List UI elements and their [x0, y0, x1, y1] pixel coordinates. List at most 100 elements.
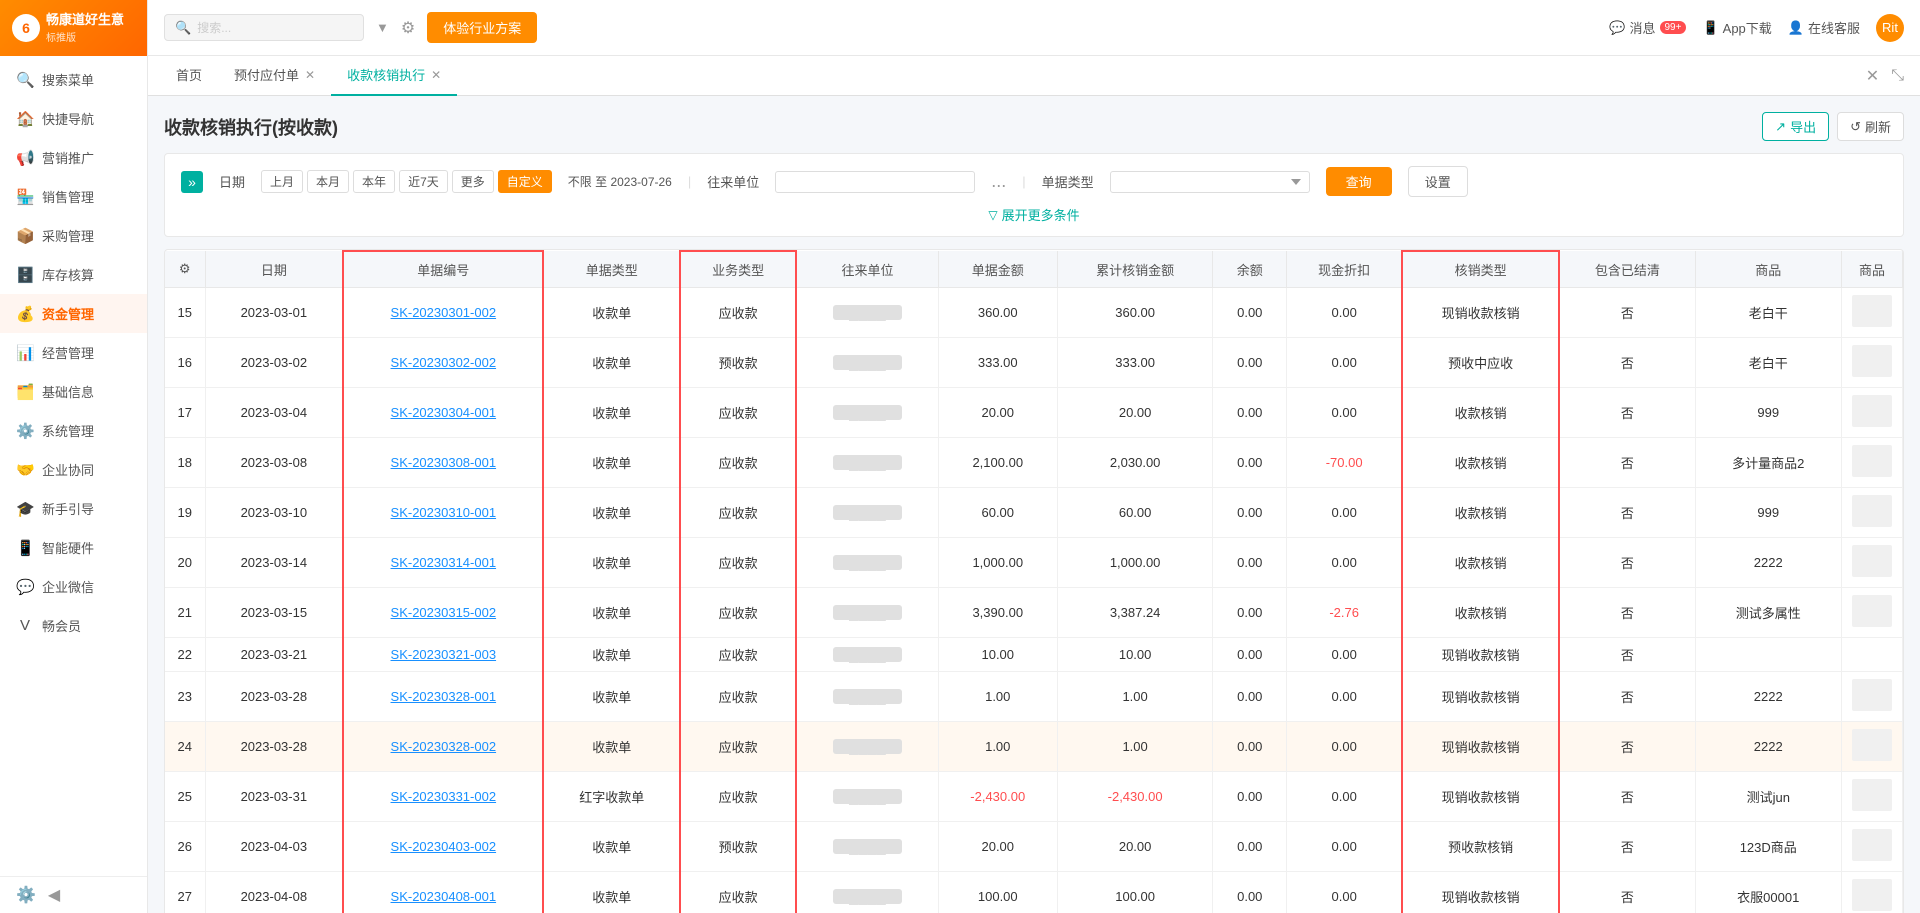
data-table: ⚙ 日期 单据编号 单据类型 业务类型 往来单位 单据金额 累计核销金额 余额 …: [165, 250, 1903, 913]
th-gear[interactable]: ⚙: [165, 251, 205, 288]
sidebar-item-marketing[interactable]: 📢 营销推广: [0, 138, 147, 177]
cell-cumulative: 20.00: [1057, 822, 1212, 872]
cell-verify-type: 预收款核销: [1402, 822, 1559, 872]
sidebar-item-inventory[interactable]: 🗄️ 库存核算: [0, 255, 147, 294]
partner-dots-icon[interactable]: ...: [991, 171, 1006, 192]
sidebar-item-operation[interactable]: 📊 经营管理: [0, 333, 147, 372]
online-service-action[interactable]: 👤 在线客服: [1788, 18, 1860, 37]
tab-receipt-verify[interactable]: 收款核销执行 ✕: [331, 56, 457, 96]
cell-cumulative: 360.00: [1057, 288, 1212, 338]
cell-cumulative: 333.00: [1057, 338, 1212, 388]
cell-doc-no: SK-20230328-002: [343, 722, 543, 772]
sidebar-item-label: 营销推广: [42, 148, 94, 167]
sidebar-item-label: 新手引导: [42, 499, 94, 518]
cell-biz-type: 应收款: [680, 388, 796, 438]
cell-doc-no: SK-20230302-002: [343, 338, 543, 388]
cell-partner: ████: [796, 722, 938, 772]
app-icon: 📱: [1702, 20, 1718, 36]
cell-cash-discount: 0.00: [1287, 872, 1402, 913]
cell-biz-type: 应收款: [680, 538, 796, 588]
cell-cash-discount: 0.00: [1287, 388, 1402, 438]
th-balance: 余额: [1213, 251, 1287, 288]
doc-no-link[interactable]: SK-20230301-002: [391, 305, 497, 320]
sidebar-item-guide[interactable]: 🎓 新手引导: [0, 489, 147, 528]
sidebar-item-quick-nav[interactable]: 🏠 快捷导航: [0, 99, 147, 138]
sidebar-item-hardware[interactable]: 📱 智能硬件: [0, 528, 147, 567]
doc-type-select[interactable]: [1110, 171, 1310, 193]
sidebar-item-base-info[interactable]: 🗂️ 基础信息: [0, 372, 147, 411]
doc-no-link[interactable]: SK-20230304-001: [391, 405, 497, 420]
header-search-bar[interactable]: 🔍 搜索...: [164, 14, 364, 41]
cell-include-settled: 否: [1559, 538, 1695, 588]
sidebar-item-enterprise[interactable]: 🤝 企业协同: [0, 450, 147, 489]
search-icon: 🔍: [175, 20, 191, 36]
message-action[interactable]: 💬 消息 99+: [1609, 18, 1686, 37]
export-button[interactable]: ↗ 导出: [1762, 112, 1829, 141]
date-last-month-button[interactable]: 上月: [261, 170, 303, 193]
cell-goods: 123D商品: [1695, 822, 1841, 872]
sidebar-item-label: 企业微信: [42, 577, 94, 596]
date-custom-button[interactable]: 自定义: [498, 170, 552, 193]
cell-amount: 1.00: [938, 672, 1057, 722]
doc-no-link[interactable]: SK-20230331-002: [391, 789, 497, 804]
sidebar-item-sales[interactable]: 🏪 销售管理: [0, 177, 147, 216]
sidebar-item-purchase[interactable]: 📦 采购管理: [0, 216, 147, 255]
tab-bar-close-icon[interactable]: ✕: [1858, 66, 1887, 86]
sidebar-item-wechat[interactable]: 💬 企业微信: [0, 567, 147, 606]
cell-verify-type: 收款核销: [1402, 488, 1559, 538]
expand-more-row[interactable]: ▽ 展开更多条件: [181, 205, 1887, 224]
cell-cumulative: -2,430.00: [1057, 772, 1212, 822]
cell-cash-discount: 0.00: [1287, 488, 1402, 538]
date-this-year-button[interactable]: 本年: [353, 170, 395, 193]
partner-filter-input[interactable]: [775, 171, 975, 193]
doc-no-link[interactable]: SK-20230302-002: [391, 355, 497, 370]
date-last-7days-button[interactable]: 近7天: [399, 170, 448, 193]
cell-goods: 测试jun: [1695, 772, 1841, 822]
settings-icon[interactable]: ⚙️: [16, 885, 36, 905]
tab-prepay-close[interactable]: ✕: [305, 68, 315, 82]
sidebar-item-member[interactable]: V 畅会员: [0, 606, 147, 645]
collapse-icon[interactable]: ◀: [48, 885, 60, 905]
filter-settings-button[interactable]: 设置: [1408, 166, 1468, 197]
date-more-button[interactable]: 更多: [452, 170, 494, 193]
table-row: 26 2023-04-03 SK-20230403-002 收款单 预收款 ██…: [165, 822, 1903, 872]
header-gear-icon[interactable]: ⚙: [401, 18, 415, 38]
cell-doc-no: SK-20230321-003: [343, 638, 543, 672]
cell-verify-type: 预收中应收: [1402, 338, 1559, 388]
cell-date: 2023-03-14: [205, 538, 343, 588]
doc-no-link[interactable]: SK-20230328-001: [391, 689, 497, 704]
cell-balance: 0.00: [1213, 672, 1287, 722]
tab-bar-expand-icon[interactable]: ⤡: [1887, 67, 1908, 85]
filter-toggle-button[interactable]: »: [181, 171, 203, 193]
sidebar-item-search[interactable]: 🔍 搜索菜单: [0, 60, 147, 99]
header-dropdown-arrow[interactable]: ▼: [376, 20, 389, 35]
industry-solution-button[interactable]: 体验行业方案: [427, 12, 537, 43]
sidebar-item-system[interactable]: ⚙️ 系统管理: [0, 411, 147, 450]
app-download-action[interactable]: 📱 App下载: [1702, 18, 1771, 37]
sidebar-item-label: 经营管理: [42, 343, 94, 362]
query-button[interactable]: 查询: [1326, 167, 1392, 196]
cell-include-settled: 否: [1559, 438, 1695, 488]
cell-include-settled: 否: [1559, 638, 1695, 672]
doc-no-link[interactable]: SK-20230310-001: [391, 505, 497, 520]
doc-no-link[interactable]: SK-20230308-001: [391, 455, 497, 470]
cell-biz-type: 应收款: [680, 672, 796, 722]
tab-home[interactable]: 首页: [160, 56, 218, 96]
date-this-month-button[interactable]: 本月: [307, 170, 349, 193]
doc-no-link[interactable]: SK-20230315-002: [391, 605, 497, 620]
user-avatar[interactable]: Rit: [1876, 14, 1904, 42]
refresh-button[interactable]: ↺ 刷新: [1837, 112, 1904, 141]
doc-no-link[interactable]: SK-20230328-002: [391, 739, 497, 754]
tab-prepay-list[interactable]: 预付应付单 ✕: [218, 56, 331, 96]
sidebar-item-finance[interactable]: 💰 资金管理: [0, 294, 147, 333]
doc-no-link[interactable]: SK-20230314-001: [391, 555, 497, 570]
doc-no-link[interactable]: SK-20230408-001: [391, 889, 497, 904]
th-date: 日期: [205, 251, 343, 288]
cell-partner: ████: [796, 872, 938, 913]
cell-include-settled: 否: [1559, 338, 1695, 388]
cell-include-settled: 否: [1559, 588, 1695, 638]
doc-no-link[interactable]: SK-20230321-003: [391, 647, 497, 662]
doc-no-link[interactable]: SK-20230403-002: [391, 839, 497, 854]
sidebar-item-label: 智能硬件: [42, 538, 94, 557]
tab-receipt-close[interactable]: ✕: [431, 68, 441, 82]
